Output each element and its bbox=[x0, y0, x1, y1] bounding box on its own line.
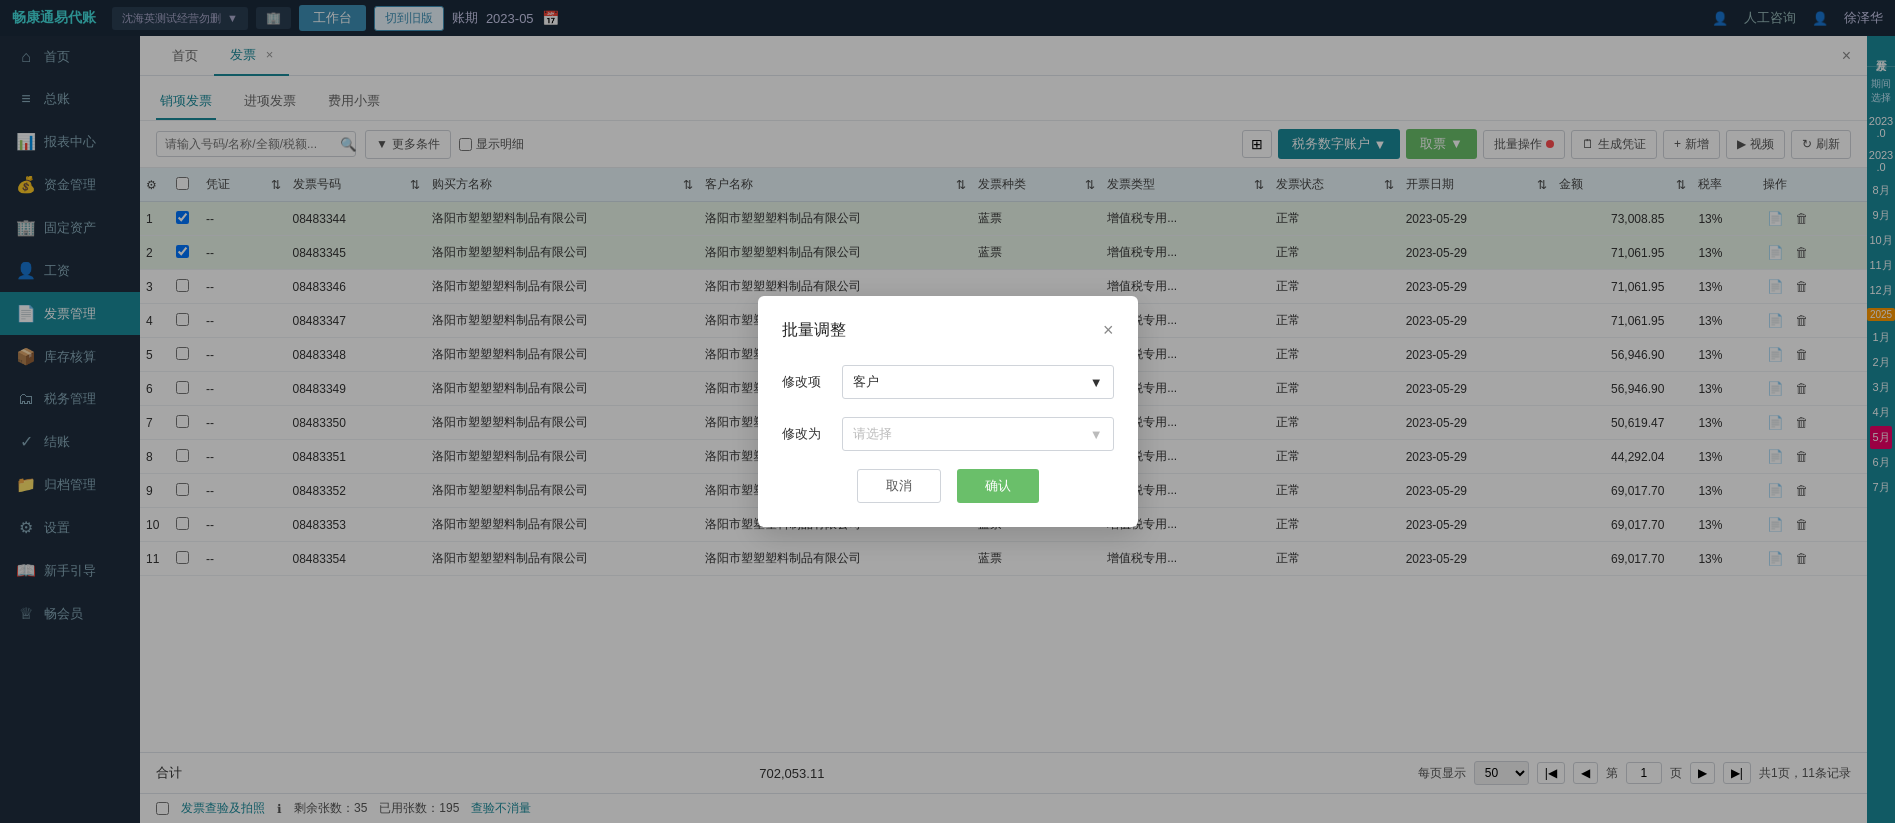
modal-overlay[interactable]: 批量调整 × 修改项 客户 ▼ 修改为 请选择 ▼ 取消 确认 bbox=[0, 0, 1895, 823]
modal-confirm-btn[interactable]: 确认 bbox=[957, 469, 1039, 503]
modal-change-label: 修改为 bbox=[782, 425, 842, 443]
modal-change-select[interactable]: 请选择 ▼ bbox=[842, 417, 1114, 451]
modal-field-select[interactable]: 客户 ▼ bbox=[842, 365, 1114, 399]
modal-change-field: 修改为 请选择 ▼ bbox=[782, 417, 1114, 451]
modal-header: 批量调整 × bbox=[782, 320, 1114, 341]
modal-cancel-btn[interactable]: 取消 bbox=[857, 469, 941, 503]
modal-actions: 取消 确认 bbox=[782, 469, 1114, 503]
modal-close-btn[interactable]: × bbox=[1103, 320, 1114, 341]
modal-field-value: 客户 bbox=[853, 373, 879, 391]
modal-field-label: 修改项 bbox=[782, 373, 842, 391]
modal-field-item: 修改项 客户 ▼ bbox=[782, 365, 1114, 399]
modal-change-placeholder: 请选择 bbox=[853, 425, 892, 443]
modal-title: 批量调整 bbox=[782, 320, 846, 341]
modal-field-chevron-icon: ▼ bbox=[1090, 375, 1103, 390]
batch-adjust-modal: 批量调整 × 修改项 客户 ▼ 修改为 请选择 ▼ 取消 确认 bbox=[758, 296, 1138, 527]
modal-change-chevron-icon: ▼ bbox=[1090, 427, 1103, 442]
